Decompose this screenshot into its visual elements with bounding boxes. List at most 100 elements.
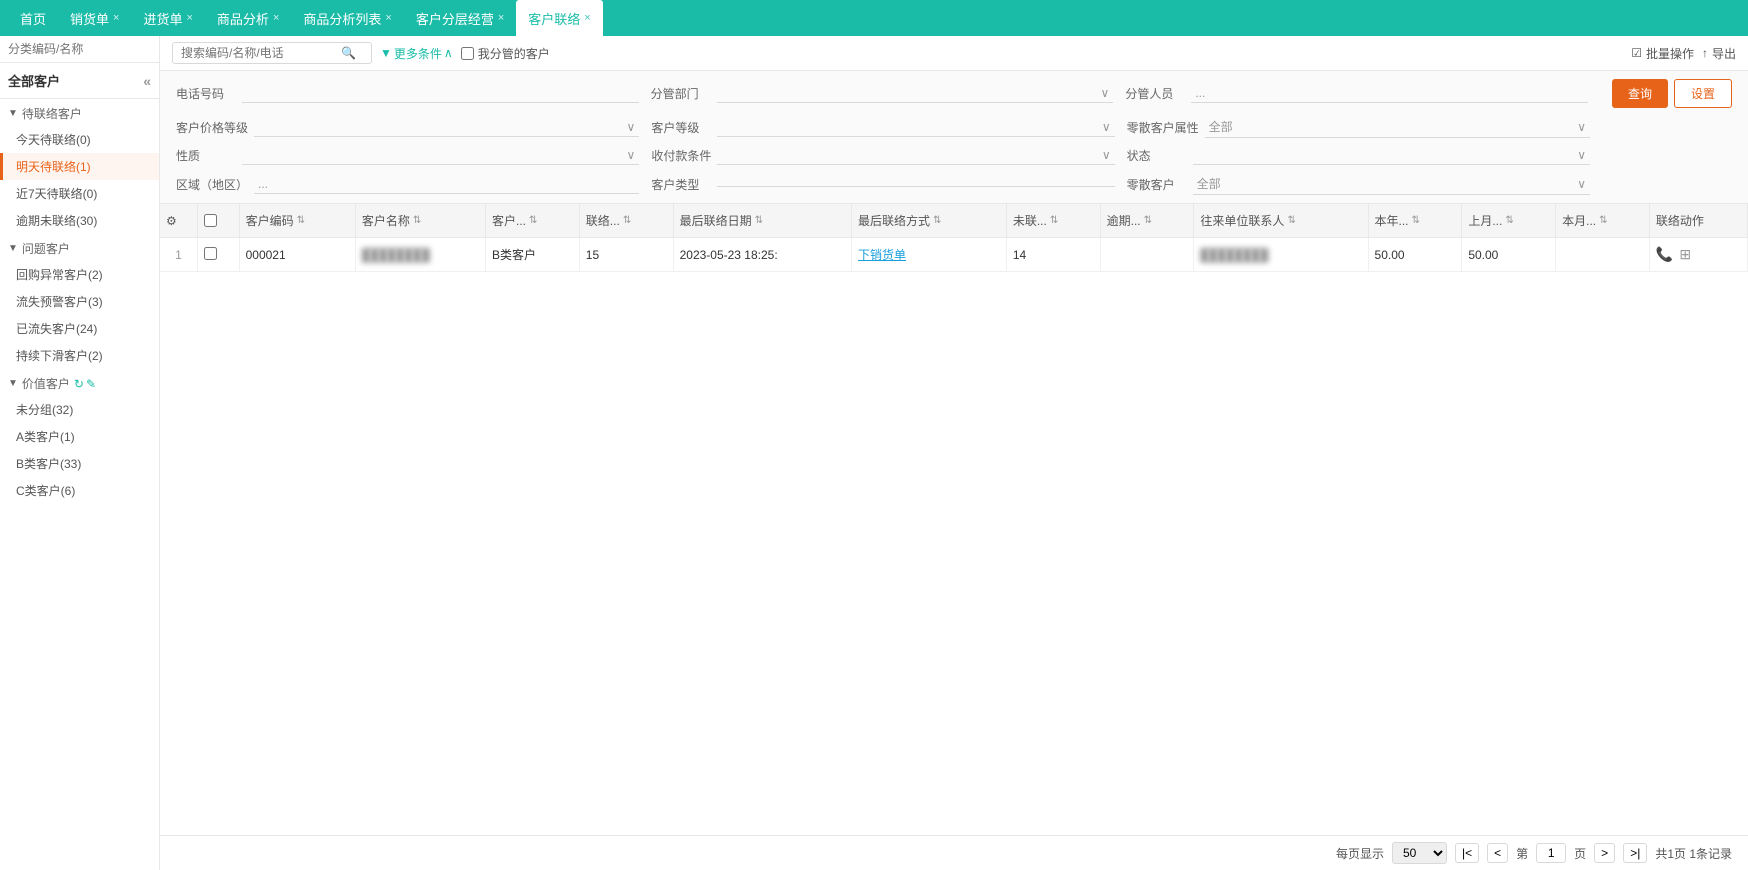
close-icon[interactable]: ×: [186, 12, 192, 24]
search-input[interactable]: [181, 46, 341, 60]
th-customer-type: 客户... ⇅: [486, 204, 580, 238]
sidebar: 🔍 全部客户 « ▼ 待联络客户 今天待联络(0) 明天待联络(1) 近7天待联…: [0, 36, 160, 870]
more-conditions-btn[interactable]: ▼ 更多条件 ∧: [380, 45, 453, 62]
filter-customer-type: 客户类型: [651, 176, 1114, 193]
my-customers-check[interactable]: [461, 47, 474, 60]
th-overdue: 逾期... ⇅: [1100, 204, 1194, 238]
sidebar-item-ungrouped[interactable]: 未分组(32): [0, 396, 159, 423]
nature-select[interactable]: ∨: [242, 146, 639, 165]
filter-status: 状态 ∨: [1127, 146, 1590, 165]
page-input[interactable]: [1536, 843, 1566, 863]
nav-sales-order[interactable]: 销货单 ×: [58, 0, 131, 36]
cell-row-num: 1: [160, 238, 197, 272]
chevron-down-icon: ∨: [1577, 148, 1586, 162]
cell-last-month: 50.00: [1462, 238, 1556, 272]
sidebar-item-tomorrow-contact[interactable]: 明天待联络(1): [0, 153, 159, 180]
dept-select[interactable]: ∨: [717, 84, 1114, 103]
filter-row-1: 电话号码 分管部门 ∨ 分管人员 ... 查询: [176, 79, 1732, 108]
retail-customer-select[interactable]: 全部 ∨: [1193, 173, 1590, 195]
cell-contact-count: 15: [579, 238, 673, 272]
query-button[interactable]: 查询: [1612, 79, 1668, 108]
sort-icon[interactable]: ⇅: [755, 215, 763, 226]
phone-icon[interactable]: 📞: [1656, 246, 1673, 263]
price-level-select[interactable]: ∨: [254, 118, 639, 137]
customer-type-select[interactable]: [717, 182, 1114, 187]
sort-icon[interactable]: ⇅: [1599, 215, 1607, 226]
cell-last-contact-way[interactable]: 下销货单: [852, 238, 1007, 272]
sidebar-item-declining-customers[interactable]: 持续下滑客户(2): [0, 342, 159, 369]
sort-icon[interactable]: ⇅: [413, 215, 421, 226]
sidebar-item-c-class[interactable]: C类客户(6): [0, 477, 159, 504]
grid-icon[interactable]: ⊞: [1679, 246, 1691, 263]
export-btn[interactable]: ↑ 导出: [1702, 45, 1736, 62]
last-page-btn[interactable]: >|: [1623, 843, 1647, 863]
batch-operation-btn[interactable]: ☑ 批量操作: [1631, 45, 1694, 62]
status-select[interactable]: ∨: [1193, 146, 1590, 165]
sort-icon[interactable]: ⇅: [1287, 215, 1295, 226]
prev-page-btn[interactable]: <: [1487, 843, 1508, 863]
triangle-icon: ▼: [8, 378, 18, 389]
sort-icon[interactable]: ⇅: [529, 215, 537, 226]
customer-level-select[interactable]: ∨: [717, 118, 1114, 137]
close-icon[interactable]: ×: [113, 12, 119, 24]
chevron-down-icon: ∨: [1102, 148, 1111, 162]
nav-purchase-order[interactable]: 进货单 ×: [131, 0, 204, 36]
retail-attr-select[interactable]: 全部 ∨: [1205, 116, 1590, 138]
first-page-btn[interactable]: |<: [1455, 843, 1479, 863]
my-customers-checkbox[interactable]: 我分管的客户: [461, 45, 550, 62]
sidebar-item-b-class[interactable]: B类客户(33): [0, 450, 159, 477]
triangle-icon: ▼: [8, 243, 18, 254]
sidebar-search-input[interactable]: [8, 42, 160, 56]
th-last-contact-date: 最后联络日期 ⇅: [673, 204, 851, 238]
close-icon[interactable]: ×: [385, 12, 391, 24]
sidebar-item-lost-customers[interactable]: 已流失客户(24): [0, 315, 159, 342]
refresh-icon[interactable]: ↻: [74, 377, 84, 391]
next-page-btn[interactable]: >: [1594, 843, 1615, 863]
th-settings[interactable]: ⚙: [160, 204, 197, 238]
nav-customer-tier[interactable]: 客户分层经营 ×: [404, 0, 516, 36]
nav-product-analysis-list[interactable]: 商品分析列表 ×: [291, 0, 403, 36]
sidebar-item-loss-warning[interactable]: 流失预警客户(3): [0, 288, 159, 315]
region-select[interactable]: ...: [254, 175, 639, 194]
select-all-checkbox[interactable]: [204, 214, 217, 227]
th-checkbox[interactable]: [197, 204, 239, 238]
edit-icon[interactable]: ✎: [86, 377, 96, 391]
search-icon[interactable]: 🔍: [341, 46, 356, 60]
search-input-wrap[interactable]: 🔍: [172, 42, 372, 64]
filter-nature: 性质 ∨: [176, 146, 639, 165]
sidebar-all-customers[interactable]: 全部客户 «: [0, 63, 159, 99]
sidebar-item-7days-contact[interactable]: 近7天待联络(0): [0, 180, 159, 207]
sort-icon[interactable]: ⇅: [933, 215, 941, 226]
phone-input[interactable]: [242, 84, 639, 103]
sidebar-item-today-contact[interactable]: 今天待联络(0): [0, 126, 159, 153]
sidebar-item-a-class[interactable]: A类客户(1): [0, 423, 159, 450]
nav-home[interactable]: 首页: [8, 0, 58, 36]
sort-icon[interactable]: ⇅: [1505, 215, 1513, 226]
manager-select[interactable]: ...: [1191, 84, 1588, 103]
sidebar-section-pending: ▼ 待联络客户: [0, 99, 159, 126]
sort-icon[interactable]: ⇅: [297, 215, 305, 226]
sort-icon[interactable]: ⇅: [1144, 215, 1152, 226]
filter-customer-level: 客户等级 ∨: [651, 118, 1114, 137]
table-footer: 每页显示 50 100 200 |< < 第 页 > >| 共1页 1条记录: [160, 835, 1748, 870]
payment-select[interactable]: ∨: [717, 146, 1114, 165]
filter-row-4: 区域（地区） ... 客户类型 零散客户 全部 ∨: [176, 173, 1732, 195]
set-button[interactable]: 设置: [1674, 79, 1732, 108]
collapse-icon[interactable]: «: [143, 73, 151, 89]
page-size-select[interactable]: 50 100 200: [1392, 842, 1447, 864]
nav-customer-contact[interactable]: 客户联络 ×: [516, 0, 602, 36]
sidebar-search-wrap: 🔍: [0, 36, 159, 63]
sort-icon[interactable]: ⇅: [1412, 215, 1420, 226]
row-checkbox[interactable]: [204, 247, 217, 260]
chevron-down-icon: ∨: [1577, 120, 1586, 134]
cell-checkbox[interactable]: [197, 238, 239, 272]
sort-icon[interactable]: ⇅: [1050, 215, 1058, 226]
cell-this-month: [1556, 238, 1650, 272]
sidebar-item-rebuy-abnormal[interactable]: 回购异常客户(2): [0, 261, 159, 288]
close-icon[interactable]: ×: [498, 12, 504, 24]
sort-icon[interactable]: ⇅: [623, 215, 631, 226]
close-icon[interactable]: ×: [273, 12, 279, 24]
nav-product-analysis[interactable]: 商品分析 ×: [205, 0, 291, 36]
close-icon[interactable]: ×: [584, 12, 590, 24]
sidebar-item-overdue-contact[interactable]: 逾期未联络(30): [0, 207, 159, 234]
